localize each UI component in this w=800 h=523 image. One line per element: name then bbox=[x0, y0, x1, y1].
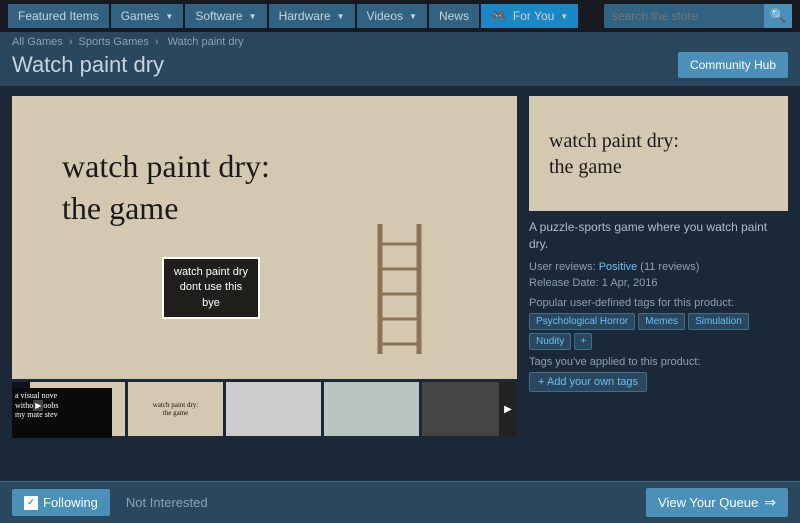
thumbnail-4[interactable] bbox=[324, 382, 419, 436]
following-label: Following bbox=[43, 495, 98, 510]
nav-featured-items[interactable]: Featured Items bbox=[8, 4, 109, 28]
review-row: User reviews: Positive (11 reviews) bbox=[529, 261, 788, 273]
breadcrumb: All Games › Sports Games › Watch paint d… bbox=[12, 36, 788, 48]
view-queue-button[interactable]: View Your Queue ⇒ bbox=[646, 488, 788, 517]
breadcrumb-current: Watch paint dry bbox=[168, 36, 244, 48]
queue-arrow-icon: ⇒ bbox=[764, 494, 776, 511]
breadcrumb-area: All Games › Sports Games › Watch paint d… bbox=[0, 32, 800, 48]
your-tags-label: Tags you've applied to this product: bbox=[529, 356, 788, 368]
video-title-text: watch paint dry: the game bbox=[62, 146, 270, 229]
not-interested-button[interactable]: Not Interested bbox=[114, 489, 220, 516]
tags-row: Psychological Horror Memes Simulation Nu… bbox=[529, 313, 788, 350]
release-date: 1 Apr, 2016 bbox=[602, 277, 658, 289]
reviews-count: (11 reviews) bbox=[640, 261, 699, 273]
check-icon: ✓ bbox=[24, 496, 38, 510]
bottom-bar: ✓ Following Not Interested View Your Que… bbox=[0, 481, 800, 523]
video-background: watch paint dry: the game watch paint dr… bbox=[12, 96, 517, 379]
software-chevron-icon: ▼ bbox=[249, 12, 257, 21]
tag-psychological-horror[interactable]: Psychological Horror bbox=[529, 313, 635, 330]
nav-news[interactable]: News bbox=[429, 4, 479, 28]
reviews-label: User reviews: bbox=[529, 261, 596, 273]
tag-nudity[interactable]: Nudity bbox=[529, 333, 571, 350]
release-row: Release Date: 1 Apr, 2016 bbox=[529, 277, 788, 289]
page-header: Watch paint dry Community Hub bbox=[0, 48, 800, 86]
page-title: Watch paint dry bbox=[12, 52, 164, 78]
reviews-score[interactable]: Positive bbox=[599, 261, 638, 273]
tag-simulation[interactable]: Simulation bbox=[688, 313, 749, 330]
nav-games[interactable]: Games ▼ bbox=[111, 4, 184, 28]
ladder-illustration bbox=[372, 219, 427, 359]
tag-memes[interactable]: Memes bbox=[638, 313, 685, 330]
tag-more-button[interactable]: + bbox=[574, 333, 592, 350]
thumb-next-button[interactable]: ▶ bbox=[499, 382, 517, 436]
following-button[interactable]: ✓ Following bbox=[12, 489, 110, 516]
tags-label: Popular user-defined tags for this produ… bbox=[529, 297, 788, 309]
top-navigation: Featured Items Games ▼ Software ▼ Hardwa… bbox=[0, 0, 800, 32]
games-chevron-icon: ▼ bbox=[165, 12, 173, 21]
hardware-chevron-icon: ▼ bbox=[337, 12, 345, 21]
game-screenshot-title: watch paint dry: the game bbox=[539, 118, 689, 190]
release-label: Release Date: bbox=[529, 277, 599, 289]
thumbnail-3[interactable] bbox=[226, 382, 321, 436]
breadcrumb-all-games[interactable]: All Games bbox=[12, 36, 63, 48]
foryou-chevron-icon: ▼ bbox=[560, 12, 568, 21]
thumbnail-2[interactable]: watch paint dry:the game bbox=[128, 382, 223, 436]
info-section: watch paint dry: the game A puzzle-sport… bbox=[529, 96, 788, 436]
game-screenshot: watch paint dry: the game bbox=[529, 96, 788, 211]
community-hub-button[interactable]: Community Hub bbox=[678, 52, 788, 78]
view-queue-label: View Your Queue bbox=[658, 495, 758, 510]
media-section: watch paint dry: the game watch paint dr… bbox=[12, 96, 517, 436]
add-tags-button[interactable]: + Add your own tags bbox=[529, 372, 647, 392]
search-bar: 🔍 bbox=[604, 4, 792, 28]
breadcrumb-category[interactable]: Sports Games bbox=[79, 36, 149, 48]
search-button[interactable]: 🔍 bbox=[764, 4, 792, 28]
nav-videos[interactable]: Videos ▼ bbox=[357, 4, 427, 28]
nav-hardware[interactable]: Hardware ▼ bbox=[269, 4, 355, 28]
main-content: watch paint dry: the game watch paint dr… bbox=[0, 86, 800, 446]
game-description: A puzzle-sports game where you watch pai… bbox=[529, 219, 788, 253]
side-video-thumb[interactable]: a visual novewitho▶oobsmy mate stev bbox=[12, 388, 112, 438]
videos-chevron-icon: ▼ bbox=[409, 12, 417, 21]
nav-software[interactable]: Software ▼ bbox=[185, 4, 266, 28]
main-video-player[interactable]: watch paint dry: the game watch paint dr… bbox=[12, 96, 517, 379]
search-input[interactable] bbox=[604, 9, 764, 23]
nav-for-you[interactable]: 🎮 For You ▼ bbox=[481, 4, 578, 28]
video-tooltip: watch paint dry dont use this bye bbox=[162, 257, 260, 319]
